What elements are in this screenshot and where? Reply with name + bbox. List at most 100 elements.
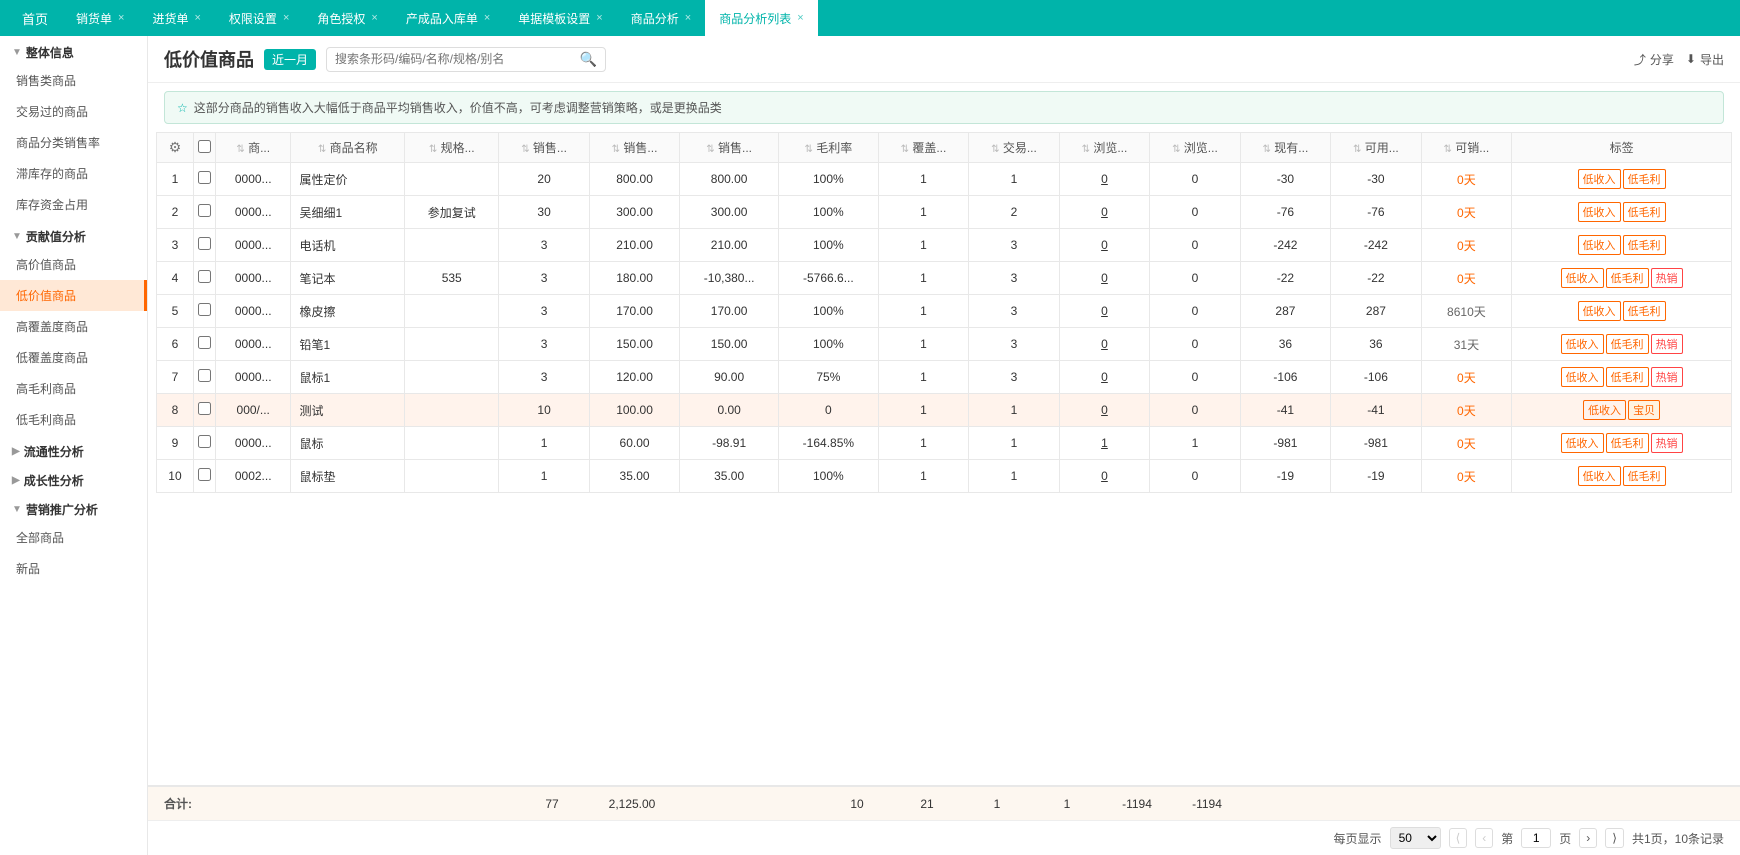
sidebar-item-inventory-funds[interactable]: 库存资金占用	[0, 189, 147, 220]
browse-link[interactable]: 0	[1101, 172, 1108, 186]
browse-link[interactable]: 0	[1101, 205, 1108, 219]
sort-icon[interactable]: ⇅	[612, 144, 620, 155]
first-page-button[interactable]: ⟨	[1449, 828, 1468, 848]
browse2-cell: 0	[1150, 229, 1240, 262]
sidebar-item-low-coverage[interactable]: 低覆盖度商品	[0, 342, 147, 373]
browse-link[interactable]: 0	[1101, 304, 1108, 318]
page-input[interactable]	[1521, 828, 1551, 848]
nav-product-analysis-list[interactable]: 商品分析列表 ×	[705, 0, 817, 36]
select-all-checkbox[interactable]	[198, 140, 211, 153]
row-checkbox[interactable]	[198, 270, 211, 283]
sort-icon[interactable]: ⇅	[1353, 144, 1361, 155]
sidebar-item-high-margin[interactable]: 高毛利商品	[0, 373, 147, 404]
row-checkbox[interactable]	[198, 369, 211, 382]
sort-icon[interactable]: ⇅	[429, 144, 437, 155]
period-button[interactable]: 近一月	[264, 49, 316, 70]
nav-product-analysis[interactable]: 商品分析 ×	[617, 0, 705, 36]
sort-icon[interactable]: ⇅	[1082, 144, 1090, 155]
row-checkbox[interactable]	[198, 204, 211, 217]
search-input[interactable]	[335, 52, 574, 66]
close-icon[interactable]: ×	[484, 12, 490, 24]
sidebar-item-slow-moving[interactable]: 滞库存的商品	[0, 158, 147, 189]
browse-link[interactable]: 0	[1101, 469, 1108, 483]
export-button[interactable]: ⬇ 导出	[1686, 51, 1724, 68]
available-stock-cell: -22	[1331, 262, 1421, 295]
row-checkbox[interactable]	[198, 468, 211, 481]
last-page-button[interactable]: ⟩	[1605, 828, 1624, 848]
browse-link[interactable]: 0	[1101, 337, 1108, 351]
sidebar-item-traded-goods[interactable]: 交易过的商品	[0, 96, 147, 127]
sort-icon[interactable]: ⇅	[804, 144, 812, 155]
sort-icon[interactable]: ⇅	[236, 144, 244, 155]
sort-icon[interactable]: ⇅	[1172, 144, 1180, 155]
row-checkbox[interactable]	[198, 336, 211, 349]
row-checkbox[interactable]	[198, 171, 211, 184]
sidebar-item-low-margin[interactable]: 低毛利商品	[0, 404, 147, 435]
sidebar-item-all-goods[interactable]: 全部商品	[0, 522, 147, 553]
share-button[interactable]: ⤴ 分享	[1634, 51, 1674, 68]
sort-icon[interactable]: ⇅	[1263, 144, 1271, 155]
close-icon[interactable]: ×	[685, 12, 691, 24]
row-checkbox-cell[interactable]	[193, 163, 215, 196]
close-icon[interactable]: ×	[194, 12, 200, 24]
sidebar-item-new-goods[interactable]: 新品	[0, 553, 147, 584]
tag-label: 热销	[1651, 367, 1683, 387]
sidebar-group-marketing[interactable]: ▼ 营销推广分析	[0, 493, 147, 522]
row-checkbox[interactable]	[198, 402, 211, 415]
browse-link[interactable]: 0	[1101, 370, 1108, 384]
close-icon[interactable]: ×	[118, 12, 124, 24]
days-cell: 8610天	[1421, 295, 1511, 328]
close-icon[interactable]: ×	[797, 12, 803, 24]
sort-icon[interactable]: ⇅	[901, 144, 909, 155]
close-icon[interactable]: ×	[596, 12, 602, 24]
close-icon[interactable]: ×	[283, 12, 289, 24]
search-icon[interactable]: 🔍	[580, 51, 597, 68]
nav-template-settings[interactable]: 单据模板设置 ×	[504, 0, 616, 36]
nav-home[interactable]: 首页	[8, 0, 62, 36]
sort-icon[interactable]: ⇅	[318, 144, 326, 155]
row-checkbox[interactable]	[198, 435, 211, 448]
sort-icon[interactable]: ⇅	[521, 144, 529, 155]
browse-link[interactable]: 0	[1101, 403, 1108, 417]
sidebar-item-high-coverage[interactable]: 高覆盖度商品	[0, 311, 147, 342]
row-checkbox-cell[interactable]	[193, 295, 215, 328]
row-checkbox-cell[interactable]	[193, 361, 215, 394]
nav-role-auth[interactable]: 角色授权 ×	[303, 0, 391, 36]
sidebar-item-high-value[interactable]: 高价值商品	[0, 249, 147, 280]
sort-icon[interactable]: ⇅	[706, 144, 714, 155]
row-checkbox-cell[interactable]	[193, 196, 215, 229]
row-checkbox-cell[interactable]	[193, 262, 215, 295]
row-checkbox-cell[interactable]	[193, 460, 215, 493]
browse-link[interactable]: 0	[1101, 271, 1108, 285]
sidebar-group-growth[interactable]: ▶ 成长性分析	[0, 464, 147, 493]
row-checkbox-cell[interactable]	[193, 394, 215, 427]
row-checkbox[interactable]	[198, 237, 211, 250]
th-settings[interactable]: ⚙	[157, 133, 194, 163]
top-navigation: 首页 销货单 × 进货单 × 权限设置 × 角色授权 × 产成品入库单 × 单据…	[0, 0, 1740, 36]
sidebar-item-category-sales-rate[interactable]: 商品分类销售率	[0, 127, 147, 158]
row-checkbox-cell[interactable]	[193, 427, 215, 460]
row-checkbox[interactable]	[198, 303, 211, 316]
per-page-select[interactable]: 50 100 200	[1390, 827, 1441, 849]
sidebar-item-sales-goods[interactable]: 销售类商品	[0, 65, 147, 96]
browse-link[interactable]: 0	[1101, 238, 1108, 252]
settings-icon[interactable]: ⚙	[169, 139, 182, 155]
sort-icon[interactable]: ⇅	[991, 144, 999, 155]
next-page-button[interactable]: ›	[1579, 828, 1597, 848]
sidebar-group-contribution[interactable]: ▼ 贡献值分析	[0, 220, 147, 249]
sort-icon[interactable]: ⇅	[1444, 144, 1452, 155]
nav-product-warehousing[interactable]: 产成品入库单 ×	[392, 0, 504, 36]
sidebar-group-overall[interactable]: ▼ 整体信息	[0, 36, 147, 65]
sidebar-item-low-value[interactable]: 低价值商品	[0, 280, 147, 311]
browse-link[interactable]: 1	[1101, 436, 1108, 450]
sidebar-group-circulation[interactable]: ▶ 流通性分析	[0, 435, 147, 464]
nav-sales-order[interactable]: 销货单 ×	[62, 0, 138, 36]
nav-purchase-order[interactable]: 进货单 ×	[138, 0, 214, 36]
row-checkbox-cell[interactable]	[193, 328, 215, 361]
code-cell: 0000...	[215, 163, 291, 196]
nav-permission[interactable]: 权限设置 ×	[215, 0, 303, 36]
th-checkbox[interactable]	[193, 133, 215, 163]
row-checkbox-cell[interactable]	[193, 229, 215, 262]
close-icon[interactable]: ×	[371, 12, 377, 24]
prev-page-button[interactable]: ‹	[1475, 828, 1493, 848]
